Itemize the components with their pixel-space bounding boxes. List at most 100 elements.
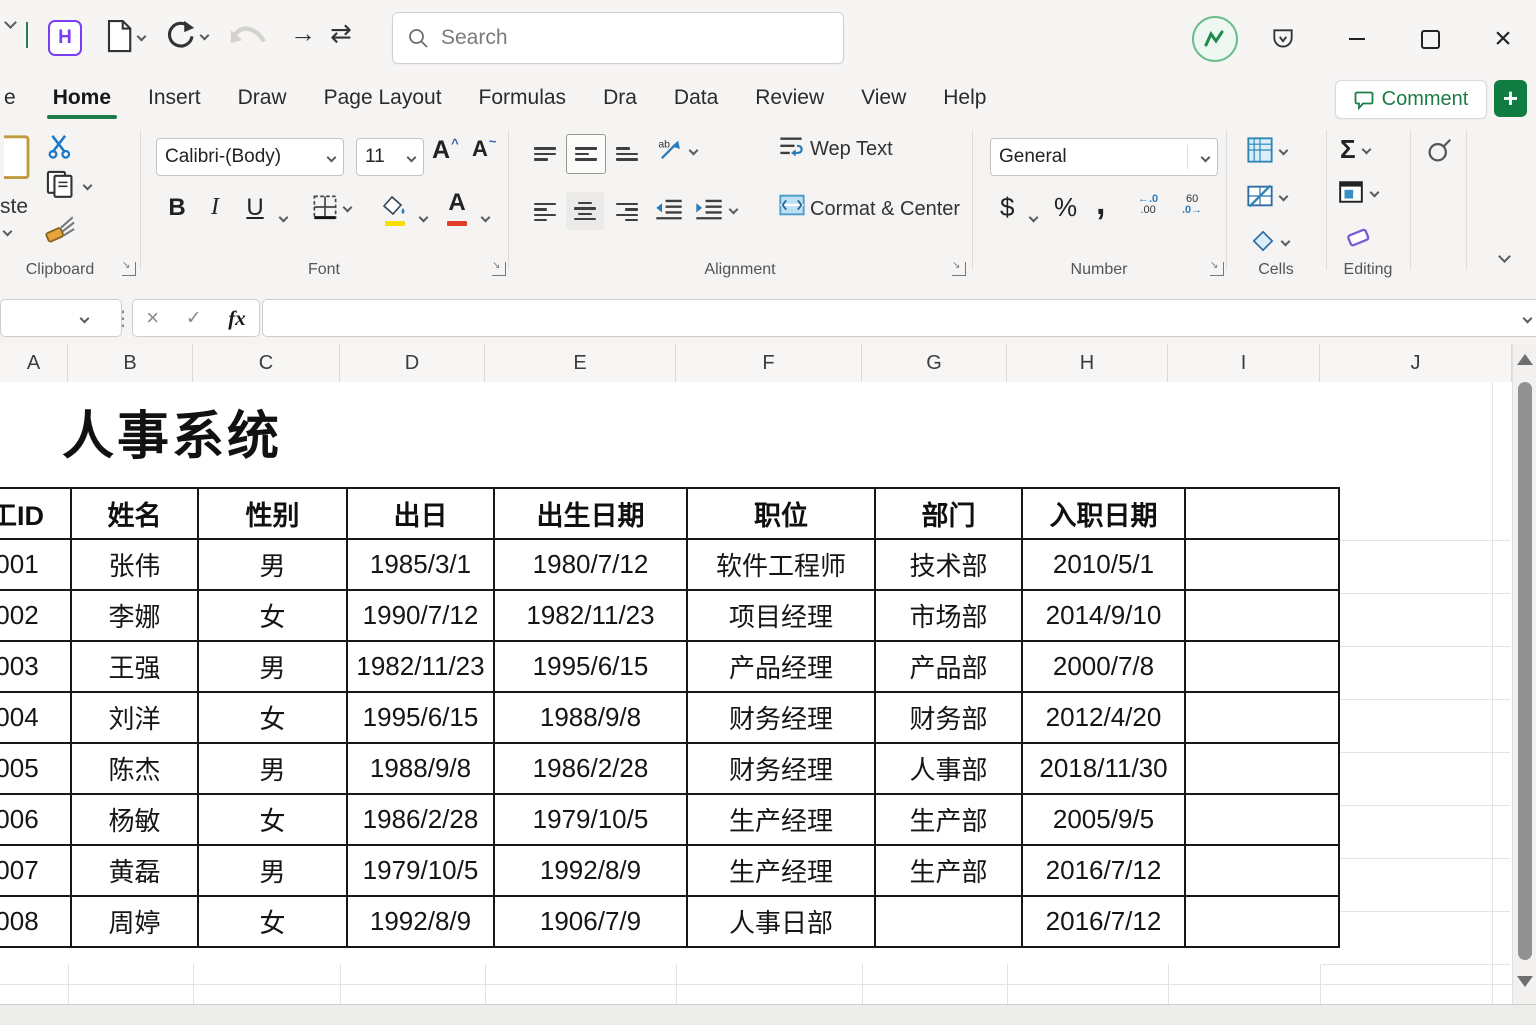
table-cell[interactable]: 001 — [0, 538, 72, 591]
tab-home[interactable]: Home — [46, 80, 118, 119]
horizontal-scrollbar[interactable] — [0, 1004, 1536, 1025]
align-middle-button[interactable] — [566, 134, 606, 174]
table-cell[interactable]: 2000/7/8 — [1021, 640, 1186, 693]
table-cell[interactable]: 人事日部 — [686, 895, 876, 948]
align-center-button[interactable] — [566, 192, 604, 230]
copy-icon[interactable] — [44, 168, 93, 202]
table-cell[interactable] — [1184, 844, 1340, 897]
close-button[interactable]: × — [1486, 22, 1520, 55]
sync-icon[interactable]: ⇄ — [330, 18, 352, 49]
number-dialog-launcher[interactable]: ↘ — [1210, 261, 1224, 276]
autosum-button[interactable]: Σ — [1340, 134, 1372, 165]
table-cell[interactable]: 1986/2/28 — [493, 742, 688, 795]
tab-dra[interactable]: Dra — [601, 80, 639, 116]
fill-button[interactable] — [1338, 180, 1380, 204]
fill-color-dropdown-chevron[interactable] — [416, 208, 429, 226]
table-header-cell[interactable]: 出日 — [346, 487, 495, 540]
table-cell[interactable]: 杨敏 — [70, 793, 199, 846]
column-header-I[interactable]: I — [1168, 344, 1320, 382]
align-top-button[interactable] — [528, 138, 562, 170]
tab-formulas[interactable]: Formulas — [477, 80, 569, 116]
table-cell[interactable]: 张伟 — [70, 538, 199, 591]
italic-button[interactable]: I — [202, 194, 228, 221]
delete-cells-icon[interactable] — [1246, 182, 1289, 210]
table-cell[interactable]: 生产经理 — [686, 793, 876, 846]
table-cell[interactable]: 008 — [0, 895, 72, 948]
table-cell[interactable]: 生产部 — [874, 793, 1023, 846]
tab-insert[interactable]: Insert — [146, 80, 203, 116]
table-cell[interactable] — [1184, 538, 1340, 591]
table-cell[interactable]: 女 — [197, 895, 348, 948]
font-dialog-launcher[interactable]: ↘ — [492, 261, 506, 276]
shrink-font-button[interactable]: A ~ — [472, 134, 496, 162]
table-cell[interactable]: 2016/7/12 — [1021, 844, 1186, 897]
table-cell[interactable]: 1988/9/8 — [346, 742, 495, 795]
table-cell[interactable]: 2005/9/5 — [1021, 793, 1186, 846]
column-header-C[interactable]: C — [193, 344, 340, 382]
table-cell[interactable]: 003 — [0, 640, 72, 693]
chevron-down-icon[interactable] — [2, 16, 17, 29]
arrow-right-icon[interactable]: → — [290, 18, 316, 49]
name-box-input[interactable] — [9, 306, 77, 330]
search-input[interactable] — [439, 25, 783, 51]
maximize-button[interactable] — [1413, 24, 1447, 54]
table-cell[interactable]: 财务经理 — [686, 742, 876, 795]
table-cell[interactable]: 女 — [197, 589, 348, 642]
name-box[interactable] — [0, 299, 122, 337]
table-cell[interactable]: 市场部 — [874, 589, 1023, 642]
table-cell[interactable]: 1982/11/23 — [493, 589, 688, 642]
number-format-combobox[interactable]: General — [990, 138, 1218, 176]
comment-button[interactable]: Comment — [1335, 80, 1487, 119]
table-cell[interactable]: 生产经理 — [686, 844, 876, 897]
table-cell[interactable]: 男 — [197, 742, 348, 795]
table-cell[interactable] — [874, 895, 1023, 948]
table-cell[interactable]: 产品部 — [874, 640, 1023, 693]
table-cell[interactable]: 1988/9/8 — [493, 691, 688, 744]
format-painter-icon[interactable] — [44, 212, 78, 246]
bold-button[interactable]: B — [164, 194, 190, 222]
table-cell[interactable] — [1184, 793, 1340, 846]
align-left-button[interactable] — [528, 196, 562, 228]
underline-dropdown-chevron[interactable] — [276, 208, 289, 226]
table-cell[interactable]: 005 — [0, 742, 72, 795]
currency-dropdown-chevron[interactable] — [1026, 208, 1039, 226]
merge-center-icon[interactable] — [778, 192, 806, 218]
table-cell[interactable]: 女 — [197, 793, 348, 846]
table-cell[interactable] — [1184, 589, 1340, 642]
table-cell[interactable]: 002 — [0, 589, 72, 642]
tab-review[interactable]: Review — [753, 80, 826, 116]
formula-input-box[interactable] — [262, 299, 1536, 337]
column-header-H[interactable]: H — [1007, 344, 1168, 382]
scroll-down-arrow-icon[interactable] — [1517, 976, 1533, 987]
table-cell[interactable]: 李娜 — [70, 589, 199, 642]
insert-cells-icon[interactable] — [1246, 136, 1289, 164]
table-cell[interactable]: 项目经理 — [686, 589, 876, 642]
search-box[interactable] — [392, 12, 844, 64]
font-color-dropdown-chevron[interactable] — [478, 208, 491, 226]
enter-check-icon[interactable]: ✓ — [186, 307, 202, 330]
font-color-icon[interactable]: A — [444, 189, 470, 226]
ribbon-display-options-icon[interactable] — [1266, 24, 1300, 54]
table-cell[interactable]: 2014/9/10 — [1021, 589, 1186, 642]
underline-button[interactable]: U — [242, 194, 268, 222]
spreadsheet-grid[interactable]: 人事系统 工ID姓名性别出日出生日期职位部门入职日期001张伟男1985/3/1… — [0, 382, 1512, 1004]
table-cell[interactable]: 1992/8/9 — [493, 844, 688, 897]
cut-icon[interactable] — [46, 132, 74, 160]
orientation-icon[interactable]: ab — [656, 136, 699, 164]
column-header-D[interactable]: D — [340, 344, 485, 382]
increase-decimal-button[interactable]: ←.0 .00 — [1138, 194, 1158, 216]
table-header-cell[interactable]: 性别 — [197, 487, 348, 540]
table-cell[interactable]: 1995/6/15 — [346, 691, 495, 744]
find-magnifier-icon[interactable] — [1424, 136, 1454, 166]
table-cell[interactable] — [1184, 640, 1340, 693]
table-cell[interactable]: 黄磊 — [70, 844, 199, 897]
table-cell[interactable]: 男 — [197, 844, 348, 897]
paste-label-partial[interactable]: ste — [0, 195, 28, 219]
table-cell[interactable]: 1979/10/5 — [493, 793, 688, 846]
tab-data[interactable]: Data — [672, 80, 720, 116]
alignment-dialog-launcher[interactable]: ↘ — [952, 261, 966, 276]
column-header-J[interactable]: J — [1320, 344, 1512, 382]
table-cell[interactable]: 1982/11/23 — [346, 640, 495, 693]
table-cell[interactable]: 007 — [0, 844, 72, 897]
table-header-cell[interactable]: 入职日期 — [1021, 487, 1186, 540]
